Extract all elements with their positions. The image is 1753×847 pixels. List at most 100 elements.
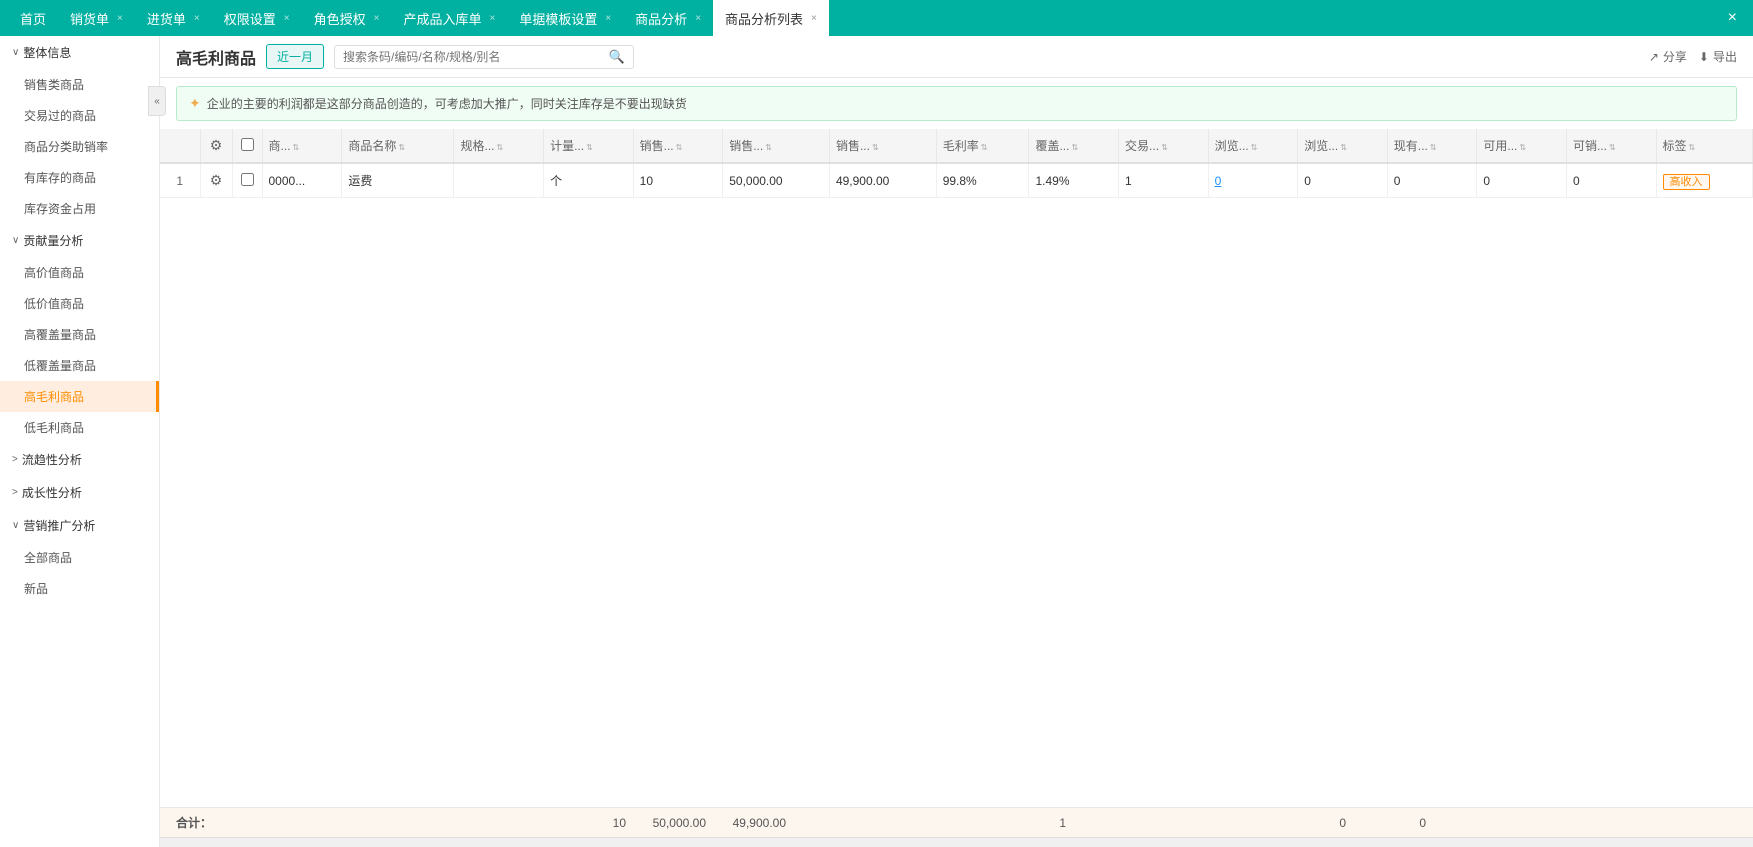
col-header-code[interactable]: 商...⇅ [262,129,342,163]
cell-num-0: 1 [160,163,200,198]
nav-item-5[interactable]: 产成品入库单× [391,0,507,36]
cell-spec-0 [454,163,544,198]
nav-close-6[interactable]: × [605,13,611,24]
col-header-current_stock[interactable]: 现有...⇅ [1387,129,1477,163]
col-header-sales_cost[interactable]: 销售...⇅ [829,129,936,163]
nav-item-7[interactable]: 商品分析× [623,0,713,36]
col-header-browse1[interactable]: 浏览...⇅ [1208,129,1298,163]
sort-icon-browse2: ⇅ [1340,143,1347,152]
col-header-spec[interactable]: 规格...⇅ [454,129,544,163]
sidebar-item-0-3[interactable]: 有库存的商品 [0,162,159,193]
col-header-setting[interactable]: ⚙ [200,129,232,163]
arrow-icon: > [12,487,18,498]
footer-label: 合计： [176,814,212,831]
sort-icon-code: ⇅ [293,143,300,152]
sort-icon-sales_cost: ⇅ [872,143,879,152]
col-header-num [160,129,200,163]
sort-icon-sales_qty: ⇅ [676,143,683,152]
sidebar-item-4-0[interactable]: 全部商品 [0,542,159,573]
sidebar-section-2[interactable]: >流趋性分析 [0,443,159,476]
arrow-icon: > [12,454,18,465]
col-header-transaction[interactable]: 交易...⇅ [1119,129,1209,163]
filter-recent-month-btn[interactable]: 近一月 [266,44,324,69]
cell-check-0[interactable] [232,163,262,198]
sidebar-item-1-1[interactable]: 低价值商品 [0,288,159,319]
footer-transaction: 1 [992,816,1072,830]
sidebar-item-1-2[interactable]: 高覆盖量商品 [0,319,159,350]
col-header-browse2[interactable]: 浏览...⇅ [1298,129,1388,163]
nav-item-8[interactable]: 商品分析列表× [713,0,829,36]
sidebar-item-1-0[interactable]: 高价值商品 [0,257,159,288]
nav-close-7[interactable]: × [695,13,701,24]
data-table: ⚙商...⇅商品名称⇅规格...⇅计量...⇅销售...⇅销售...⇅销售...… [160,129,1753,198]
sidebar-item-0-1[interactable]: 交易过的商品 [0,100,159,131]
col-header-name[interactable]: 商品名称⇅ [342,129,454,163]
footer-sales-qty: 10 [552,816,632,830]
info-banner: ✦ 企业的主要的利润都是这部分商品创造的，可考虑加大推广，同时关注库存是不要出现… [176,86,1737,121]
sort-icon-sales_amt: ⇅ [765,143,772,152]
nav-close-4[interactable]: × [374,13,380,24]
sidebar-section-4[interactable]: ∨营销推广分析 [0,509,159,542]
nav-item-4[interactable]: 角色授权× [302,0,392,36]
arrow-icon: ∨ [12,47,19,58]
sidebar-item-0-2[interactable]: 商品分类助销率 [0,131,159,162]
arrow-icon: ∨ [12,235,19,246]
nav-close-2[interactable]: × [194,13,200,24]
col-header-sellable[interactable]: 可销...⇅ [1566,129,1656,163]
col-header-coverage[interactable]: 覆盖...⇅ [1029,129,1119,163]
content-header: 高毛利商品 近一月 🔍 ↗ 分享 ⬇ 导出 [160,36,1753,78]
col-header-tag[interactable]: 标签⇅ [1656,129,1752,163]
nav-close-3[interactable]: × [284,13,290,24]
sidebar-item-1-3[interactable]: 低覆盖量商品 [0,350,159,381]
sidebar-item-0-4[interactable]: 库存资金占用 [0,193,159,224]
nav-close-1[interactable]: × [117,13,123,24]
sidebar-item-1-4[interactable]: 高毛利商品 [0,381,159,412]
nav-item-6[interactable]: 单据模板设置× [507,0,623,36]
cell-transaction-0: 1 [1119,163,1209,198]
cell-unit-0: 个 [544,163,634,198]
col-header-sales_qty[interactable]: 销售...⇅ [633,129,723,163]
search-input[interactable] [343,50,603,64]
select-all-checkbox[interactable] [241,138,254,151]
table-container: ⚙商...⇅商品名称⇅规格...⇅计量...⇅销售...⇅销售...⇅销售...… [160,129,1753,807]
nav-item-3[interactable]: 权限设置× [212,0,302,36]
search-icon: 🔍 [609,49,625,65]
settings-icon[interactable]: ⚙ [210,137,223,153]
nav-item-1[interactable]: 销货单× [58,0,135,36]
footer-available: 0 [1352,816,1432,830]
sort-icon-available: ⇅ [1519,143,1526,152]
page-title: 高毛利商品 [176,45,256,69]
share-btn[interactable]: ↗ 分享 [1649,48,1687,65]
export-btn[interactable]: ⬇ 导出 [1699,48,1737,65]
header-actions: ↗ 分享 ⬇ 导出 [1649,48,1737,65]
nav-close-5[interactable]: × [489,13,495,24]
cell-browse2-0: 0 [1298,163,1388,198]
sort-icon-browse1: ⇅ [1251,143,1258,152]
col-header-unit[interactable]: 计量...⇅ [544,129,634,163]
nav-item-0[interactable]: 首页 [8,0,58,36]
table-footer: 合计： 10 50,000.00 49,900.00 1 0 0 [160,807,1753,837]
sidebar-section-1[interactable]: ∨贡献量分析 [0,224,159,257]
window-close-btn[interactable]: × [1720,9,1745,27]
col-header-check[interactable] [232,129,262,163]
sort-icon-sellable: ⇅ [1609,143,1616,152]
sidebar-item-4-1[interactable]: 新品 [0,573,159,604]
cell-code-0: 0000... [262,163,342,198]
sort-icon-name: ⇅ [398,143,405,152]
sidebar-item-1-5[interactable]: 低毛利商品 [0,412,159,443]
cell-sales_cost-0: 49,900.00 [829,163,936,198]
content-area: 高毛利商品 近一月 🔍 ↗ 分享 ⬇ 导出 [160,36,1753,847]
col-header-available[interactable]: 可用...⇅ [1477,129,1567,163]
col-header-gross_margin[interactable]: 毛利率⇅ [936,129,1029,163]
nav-item-2[interactable]: 进货单× [135,0,212,36]
cell-available-0: 0 [1477,163,1567,198]
horizontal-scrollbar[interactable] [160,837,1753,847]
sidebar-section-0[interactable]: ∨整体信息 [0,36,159,69]
sidebar-item-0-0[interactable]: 销售类商品 [0,69,159,100]
sidebar-section-3[interactable]: >成长性分析 [0,476,159,509]
col-header-sales_amt[interactable]: 销售...⇅ [723,129,830,163]
info-icon: ✦ [189,95,201,112]
cell-setting-0[interactable]: ⚙ [200,163,232,198]
nav-close-8[interactable]: × [811,13,817,24]
sidebar-collapse-btn[interactable]: « [148,86,166,116]
